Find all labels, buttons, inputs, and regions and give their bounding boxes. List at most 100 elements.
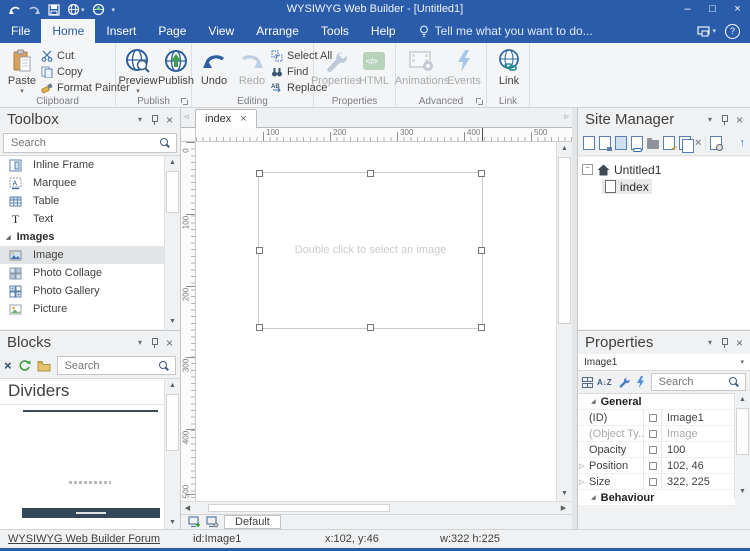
panel-close-icon[interactable]: × [736, 338, 743, 348]
move-up-icon[interactable]: ↑ [740, 137, 746, 149]
publish-button[interactable]: Publish [157, 45, 195, 87]
pin-icon[interactable] [150, 337, 158, 348]
blocks-scrollbar[interactable]: ▲ ▼ [164, 379, 180, 530]
add-breakpoint-icon[interactable] [188, 516, 201, 528]
scrollbar-thumb[interactable] [166, 171, 179, 213]
scroll-down-icon[interactable]: ▼ [165, 315, 180, 329]
html-button[interactable]: </> HTML [355, 45, 393, 87]
pin-icon[interactable] [150, 114, 158, 125]
scrollbar-thumb[interactable] [166, 394, 179, 451]
tell-me-box[interactable]: Tell me what you want to do... [419, 19, 593, 43]
property-row-object-type[interactable]: (Object Ty... Image [578, 426, 735, 442]
scroll-left-icon[interactable]: ◀ [181, 504, 194, 512]
property-row-size[interactable]: ▷ Size 322, 225 [578, 474, 735, 490]
property-row-opacity[interactable]: Opacity 100 [578, 442, 735, 458]
preview-button[interactable]: Preview ▾ [119, 45, 157, 95]
selected-image-element[interactable]: Double click to select an image [258, 172, 483, 329]
undo-button[interactable]: Undo [195, 45, 233, 87]
toolbox-item-inline-frame[interactable]: Inline Frame [0, 156, 180, 174]
blocks-search-input[interactable] [63, 359, 158, 373]
edit-page-icon[interactable] [663, 136, 675, 150]
tab-close-icon[interactable]: × [240, 113, 246, 125]
property-category-general[interactable]: ◢ General [578, 394, 735, 410]
canvas-horizontal-scrollbar[interactable]: ◀ ▶ [181, 501, 572, 514]
forum-link[interactable]: WYSIWYG Web Builder Forum [8, 533, 160, 545]
help-button[interactable]: ? [725, 24, 740, 39]
tab-help[interactable]: Help [360, 19, 407, 43]
object-selector-dropdown[interactable]: Image1 ▾ [578, 354, 750, 371]
scroll-down-icon[interactable]: ▼ [557, 487, 572, 501]
resize-handle-w[interactable] [256, 247, 263, 254]
expand-icon[interactable]: ▷ [579, 478, 584, 486]
scroll-up-icon[interactable]: ▲ [165, 379, 180, 393]
delete-block-icon[interactable]: × [4, 360, 12, 372]
resize-handle-nw[interactable] [256, 170, 263, 177]
panel-close-icon[interactable]: × [736, 115, 743, 125]
resize-handle-se[interactable] [478, 324, 485, 331]
ribbon-display-options-button[interactable]: ▾ [697, 26, 716, 37]
advanced-dialog-launcher-icon[interactable] [475, 97, 483, 105]
toolbox-item-text[interactable]: T Text [0, 210, 180, 228]
close-button[interactable]: × [725, 0, 750, 19]
maximize-button[interactable]: □ [700, 0, 725, 19]
tab-scroll-left-icon[interactable]: ◃ [184, 111, 189, 122]
panel-close-icon[interactable]: × [166, 115, 173, 125]
property-category-behaviour[interactable]: ◢ Behaviour [578, 490, 735, 506]
site-tree-page-index[interactable]: index [578, 178, 750, 195]
scrollbar-thumb[interactable] [736, 408, 749, 455]
new-page-icon[interactable] [583, 136, 595, 150]
toolbox-item-photo-gallery[interactable]: Photo Gallery [0, 282, 180, 300]
site-tree-root[interactable]: − Untitled1 [578, 161, 750, 178]
panel-menu-icon[interactable]: ▾ [138, 115, 142, 124]
resize-handle-s[interactable] [367, 324, 374, 331]
properties-search-input[interactable] [657, 375, 728, 389]
divider-preview-line[interactable] [23, 410, 158, 412]
page-settings-icon[interactable] [710, 136, 722, 150]
categorized-view-icon[interactable] [582, 377, 591, 388]
page-properties-icon[interactable] [615, 136, 627, 150]
toolbox-section-images[interactable]: ◢ Images [0, 228, 180, 246]
scroll-up-icon[interactable]: ▲ [557, 142, 572, 156]
property-grid-scrollbar[interactable]: ▲ ▼ [734, 393, 750, 499]
new-folder-icon[interactable] [647, 140, 659, 149]
property-row-id[interactable]: (ID) Image1 [578, 410, 735, 426]
sort-az-icon[interactable]: A↓Z [597, 378, 612, 387]
page-canvas[interactable]: Double click to select an image [196, 142, 556, 501]
animations-button[interactable]: Animations [399, 45, 445, 87]
toolbox-item-marquee[interactable]: A Marquee [0, 174, 180, 192]
toolbox-item-table[interactable]: Table [0, 192, 180, 210]
tab-file[interactable]: File [0, 19, 41, 43]
publish-dialog-launcher-icon[interactable] [180, 97, 188, 105]
tab-scroll-right-icon[interactable]: ▹ [564, 111, 569, 122]
toolbox-search-input[interactable] [9, 136, 159, 150]
toolbox-item-photo-collage[interactable]: Photo Collage [0, 264, 180, 282]
wrench-icon[interactable] [618, 376, 630, 388]
collapse-box-icon[interactable]: − [582, 164, 593, 175]
manage-breakpoints-icon[interactable] [206, 516, 219, 528]
properties-button[interactable]: Properties [317, 45, 355, 87]
scrollbar-thumb[interactable] [208, 504, 390, 512]
tab-tools[interactable]: Tools [310, 19, 360, 43]
tab-page[interactable]: Page [147, 19, 197, 43]
clone-page-icon[interactable] [679, 136, 691, 150]
panel-menu-icon[interactable]: ▾ [708, 338, 712, 347]
scroll-right-icon[interactable]: ▶ [557, 504, 570, 512]
scroll-up-icon[interactable]: ▲ [735, 393, 750, 407]
pin-icon[interactable] [720, 337, 728, 348]
scrollbar-thumb[interactable] [558, 157, 571, 324]
events-button[interactable]: Events [445, 45, 483, 87]
new-page-from-template-icon[interactable] [599, 136, 611, 150]
scroll-down-icon[interactable]: ▼ [735, 485, 750, 499]
expand-icon[interactable]: ▷ [579, 462, 584, 470]
scroll-down-icon[interactable]: ▼ [165, 516, 180, 530]
toolbox-scrollbar[interactable]: ▲ ▼ [164, 156, 180, 329]
minimize-button[interactable]: – [675, 0, 700, 19]
divider-preview-caption[interactable] [69, 481, 111, 484]
resize-handle-n[interactable] [367, 170, 374, 177]
open-folder-icon[interactable] [37, 360, 51, 372]
page-link-icon[interactable] [631, 136, 643, 150]
toolbox-item-picture[interactable]: Picture [0, 300, 180, 318]
redo-button[interactable]: Redo [233, 45, 271, 87]
resize-handle-e[interactable] [478, 247, 485, 254]
blocks-category-heading[interactable]: Dividers [0, 379, 180, 405]
